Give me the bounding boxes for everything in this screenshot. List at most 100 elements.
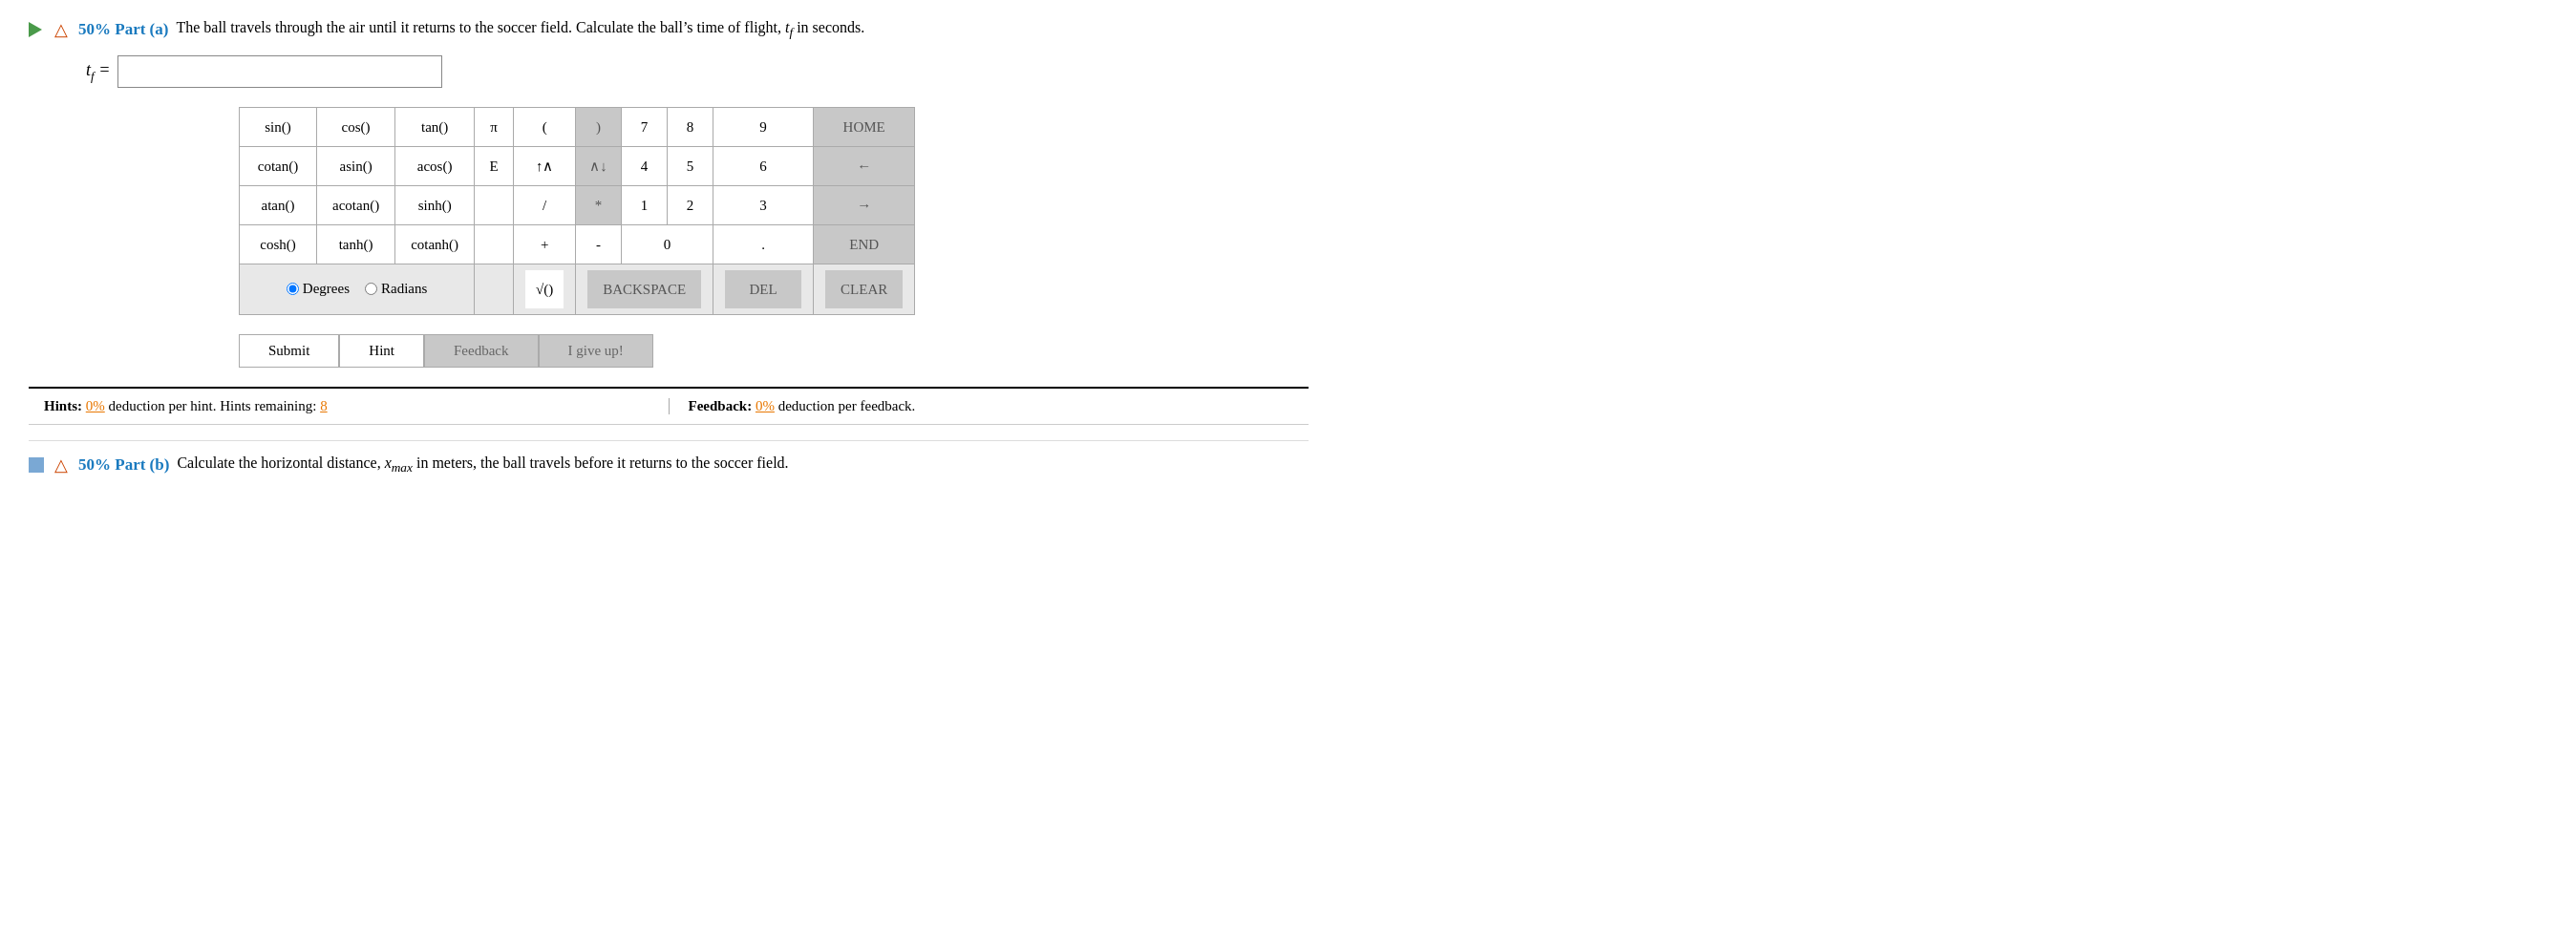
dot-button[interactable]: .: [713, 225, 813, 264]
feedback-section: Feedback: 0% deduction per feedback.: [670, 398, 1294, 414]
radians-label[interactable]: Radians: [365, 281, 427, 297]
calc-cell-home: HOME: [814, 108, 915, 147]
calc-cell-uparrow: ↑∧: [514, 147, 576, 186]
igiveup-button[interactable]: I give up!: [539, 334, 653, 368]
part-b-label: 50% Part (b): [78, 455, 169, 475]
calc-cell-rparen: ): [576, 108, 622, 147]
calc-cell-8: 8: [668, 108, 713, 147]
calc-cell-minus: -: [576, 225, 622, 264]
atan-button[interactable]: atan(): [240, 186, 316, 224]
end-button[interactable]: END: [814, 225, 914, 264]
sinh-button[interactable]: sinh(): [395, 186, 474, 224]
downarrow-button[interactable]: ∧↓: [576, 147, 621, 185]
calc-cell-divide: /: [514, 186, 576, 225]
acotan-button[interactable]: acotan(): [317, 186, 394, 224]
calc-cell-right-arrow: →: [814, 186, 915, 225]
asin-button[interactable]: asin(): [317, 147, 394, 185]
answer-input[interactable]: [117, 55, 442, 88]
calc-cell-acotan: acotan(): [317, 186, 395, 225]
clear-button[interactable]: CLEAR: [825, 270, 903, 308]
radians-radio[interactable]: [365, 283, 377, 295]
num6-button[interactable]: 6: [713, 147, 813, 185]
degrees-label[interactable]: Degrees: [287, 281, 350, 297]
backspace-button[interactable]: BACKSPACE: [587, 270, 701, 308]
sqrt-button[interactable]: √(): [525, 270, 564, 308]
del-button[interactable]: DEL: [725, 270, 801, 308]
calc-cell-0: 0: [622, 225, 713, 264]
part-b-warning-icon: △: [52, 455, 71, 475]
calc-cell-end: END: [814, 225, 915, 264]
calc-cell-9: 9: [713, 108, 814, 147]
tan-button[interactable]: tan(): [395, 108, 474, 146]
feedback-button[interactable]: Feedback: [424, 334, 538, 368]
calc-cell-empty1: [475, 186, 514, 225]
calc-cell-5: 5: [668, 147, 713, 186]
cosh-button[interactable]: cosh(): [240, 225, 316, 264]
num3-button[interactable]: 3: [713, 186, 813, 224]
hint-button[interactable]: Hint: [339, 334, 424, 368]
num1-button[interactable]: 1: [622, 186, 667, 224]
calc-cell-plus: +: [514, 225, 576, 264]
calc-cell-2: 2: [668, 186, 713, 225]
tanh-button[interactable]: tanh(): [317, 225, 394, 264]
calc-cell-sqrt: √(): [514, 264, 576, 315]
lparen-button[interactable]: (: [514, 108, 575, 146]
multiply-button[interactable]: *: [576, 186, 621, 224]
home-button[interactable]: HOME: [814, 108, 914, 146]
pi-button[interactable]: π: [475, 108, 513, 146]
num7-button[interactable]: 7: [622, 108, 667, 146]
left-arrow-button[interactable]: ←: [814, 147, 914, 185]
calc-cell-backspace-btn: BACKSPACE: [576, 264, 713, 315]
empty2-button: [475, 225, 513, 264]
calc-cell-downarrow: ∧↓: [576, 147, 622, 186]
page-container: △ 50% Part (a) The ball travels through …: [0, 0, 1337, 495]
calc-cell-cosh: cosh(): [240, 225, 317, 264]
degrees-radio[interactable]: [287, 283, 299, 295]
calc-cell-1: 1: [622, 186, 668, 225]
part-b-description: Calculate the horizontal distance, xmax …: [177, 454, 788, 476]
calc-cell-acos: acos(): [395, 147, 475, 186]
uparrow-button[interactable]: ↑∧: [514, 147, 575, 185]
square-icon: [29, 457, 44, 473]
play-icon: [29, 22, 42, 37]
hints-remaining: 8: [320, 398, 328, 413]
num4-button[interactable]: 4: [622, 147, 667, 185]
calc-cell-empty2: [475, 225, 514, 264]
input-row: tf =: [86, 55, 1309, 88]
calc-cell-tanh: tanh(): [317, 225, 395, 264]
submit-row: Submit Hint Feedback I give up!: [239, 334, 1309, 368]
feedback-label: Feedback:: [689, 398, 753, 413]
E-button[interactable]: E: [475, 147, 513, 185]
cotanh-button[interactable]: cotanh(): [395, 225, 474, 264]
calc-cell-cotan: cotan(): [240, 147, 317, 186]
submit-button[interactable]: Submit: [239, 334, 339, 368]
calc-cell-3: 3: [713, 186, 814, 225]
sin-button[interactable]: sin(): [240, 108, 316, 146]
rparen-button[interactable]: ): [576, 108, 621, 146]
calc-cell-tan: tan(): [395, 108, 475, 147]
divide-button[interactable]: /: [514, 186, 575, 224]
calc-cell-E: E: [475, 147, 514, 186]
hints-label: Hints:: [44, 398, 82, 413]
cotan-button[interactable]: cotan(): [240, 147, 316, 185]
degrees-radians-row: Degrees Radians √() BACKSPACE: [240, 264, 915, 315]
num8-button[interactable]: 8: [668, 108, 713, 146]
plus-button[interactable]: +: [514, 225, 575, 264]
calc-cell-dot: .: [713, 225, 814, 264]
calculator-container: sin() cos() tan() π ( ): [239, 107, 1309, 315]
calc-row-4: cosh() tanh() cotanh() + -: [240, 225, 915, 264]
hints-deduction: 0%: [86, 398, 105, 413]
acos-button[interactable]: acos(): [395, 147, 474, 185]
num5-button[interactable]: 5: [668, 147, 713, 185]
part-a-label: 50% Part (a): [78, 20, 168, 39]
calc-cell-cos: cos(): [317, 108, 395, 147]
minus-button[interactable]: -: [576, 225, 621, 264]
num2-button[interactable]: 2: [668, 186, 713, 224]
empty1-button: [475, 186, 513, 224]
num9-button[interactable]: 9: [713, 108, 813, 146]
feedback-deduction: 0%: [756, 398, 775, 413]
num0-button[interactable]: 0: [622, 225, 713, 264]
calc-cell-sinh: sinh(): [395, 186, 475, 225]
cos-button[interactable]: cos(): [317, 108, 394, 146]
right-arrow-button[interactable]: →: [814, 186, 914, 224]
